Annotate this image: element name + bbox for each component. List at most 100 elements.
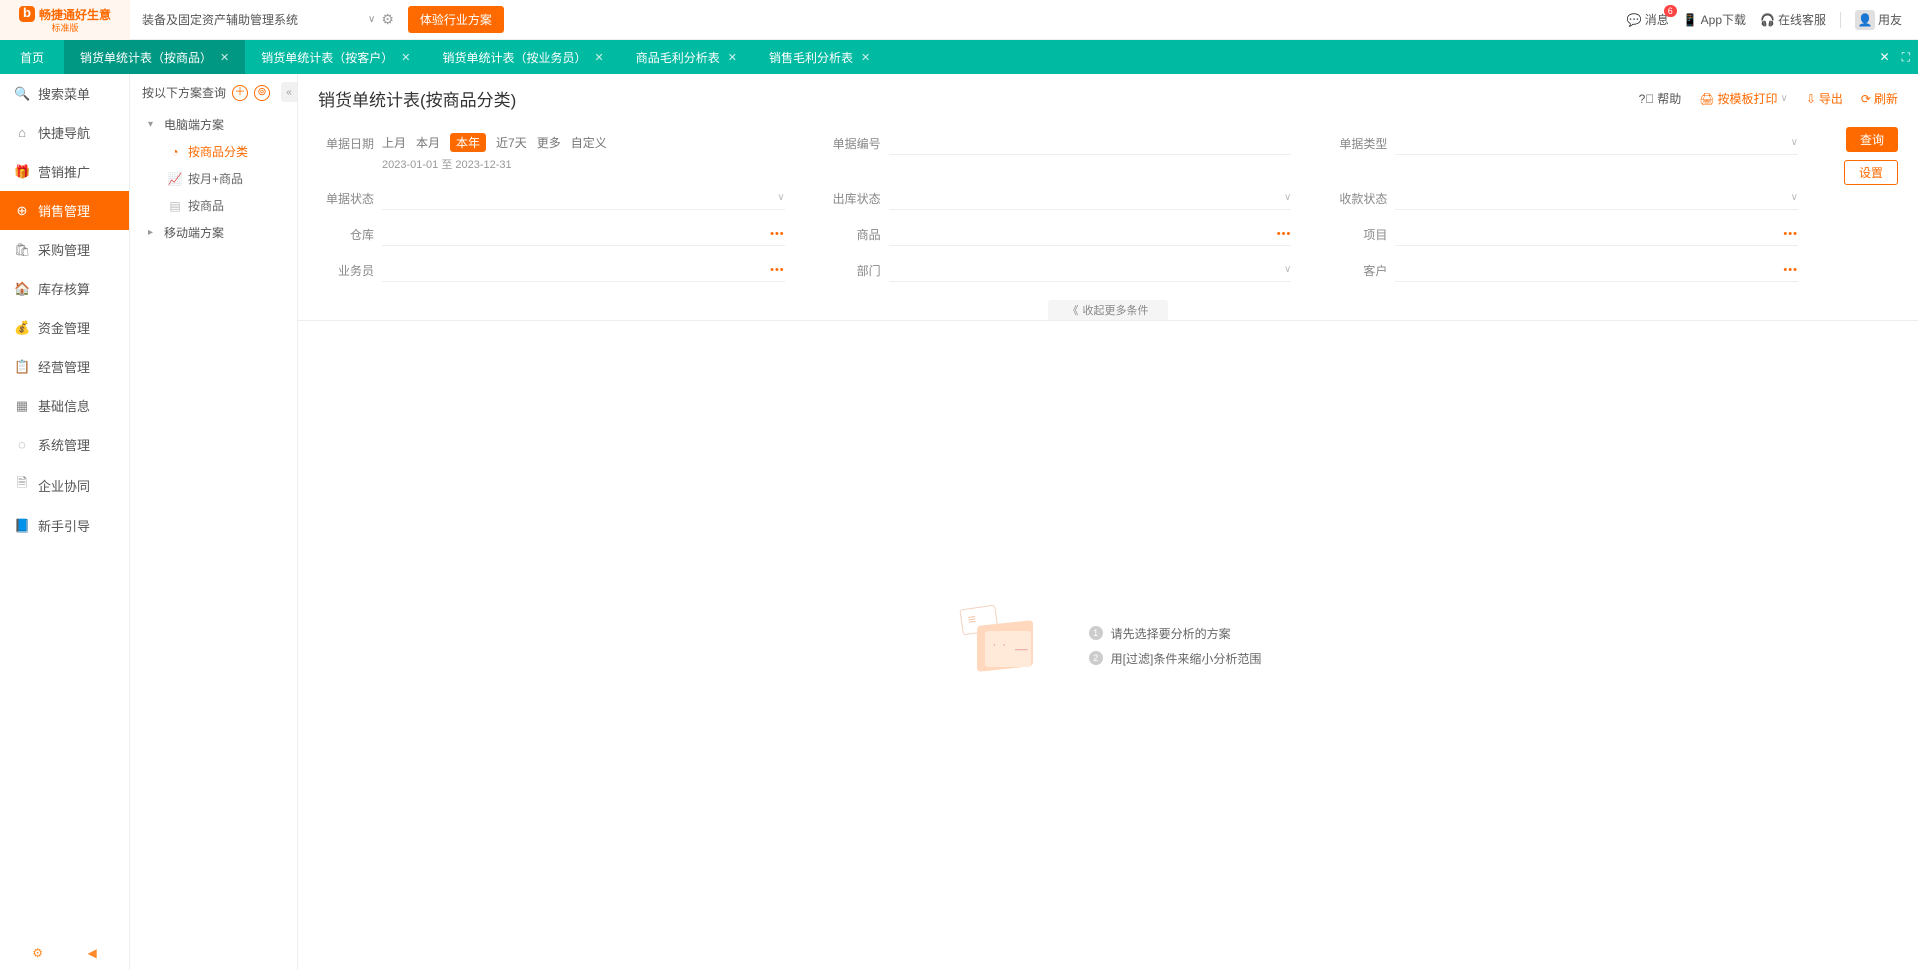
gear-icon[interactable]: ⚙ [381, 11, 394, 28]
empty-steps: 1请先选择要分析的方案 2用[过滤]条件来缩小分析范围 [1089, 621, 1262, 671]
fullscreen-icon[interactable]: ⛶ [1902, 50, 1910, 65]
doc-no-input[interactable] [889, 131, 1292, 155]
sidebar-marketing[interactable]: 🎁营销推广 [0, 152, 129, 191]
product-picker[interactable]: ••• [889, 222, 1292, 246]
sidebar-search-menu[interactable]: 🔍 搜索菜单 [0, 74, 129, 113]
group-label: 电脑端方案 [164, 116, 224, 133]
add-scheme-icon[interactable]: ＋ [232, 85, 248, 101]
filter-label: 仓库 [318, 222, 382, 243]
query-button[interactable]: 查询 [1846, 127, 1898, 152]
sidebar-label: 搜索菜单 [38, 84, 90, 103]
export-button[interactable]: ⇩导出 [1806, 90, 1843, 107]
sidebar-quick-nav[interactable]: ⌂快捷导航 [0, 113, 129, 152]
date-this-month[interactable]: 本月 [416, 134, 440, 151]
date-last-month[interactable]: 上月 [382, 134, 406, 151]
system-name: 装备及固定资产辅助管理系统 [142, 11, 298, 28]
tab-home[interactable]: 首页 [0, 40, 64, 74]
date-last-7d[interactable]: 近7天 [496, 134, 527, 151]
filter-label: 部门 [825, 258, 889, 279]
sidebar-purchase-mgmt[interactable]: 🛍采购管理 [0, 230, 129, 269]
headset-icon: 🎧 [1760, 13, 1775, 27]
doc-status-select[interactable]: ∨ [382, 186, 785, 210]
sidebar-sales-mgmt[interactable]: ⊕ 销售管理 [0, 191, 129, 230]
collapse-panel-icon[interactable]: « [281, 82, 297, 102]
scheme-label: 按商品分类 [188, 143, 248, 160]
sidebar-label: 库存核算 [38, 279, 90, 298]
app-download-label: App下载 [1701, 11, 1746, 28]
sidebar-operations[interactable]: 📋经营管理 [0, 347, 129, 386]
filter-label: 业务员 [318, 258, 382, 279]
online-service-button[interactable]: 🎧 在线客服 [1760, 11, 1826, 28]
out-status-select[interactable]: ∨ [889, 186, 1292, 210]
scheme-settings-icon[interactable]: ⊚ [254, 85, 270, 101]
sidebar-basic-info[interactable]: ▦基础信息 [0, 386, 129, 425]
close-icon[interactable]: ✕ [595, 51, 604, 64]
chevron-down-icon: ∨ [1791, 137, 1798, 148]
scheme-label: 按月+商品 [188, 170, 243, 187]
avatar-icon: 👤 [1855, 10, 1875, 30]
tab-sales-by-salesperson[interactable]: 销货单统计表（按业务员）✕ [426, 40, 619, 74]
sidebar-system-mgmt[interactable]: ◌系统管理 [0, 425, 129, 464]
date-custom[interactable]: 自定义 [571, 134, 607, 151]
date-more[interactable]: 更多 [537, 134, 561, 151]
sidebar-inventory[interactable]: 🏠库存核算 [0, 269, 129, 308]
export-icon: ⇩ [1806, 92, 1816, 106]
date-this-year[interactable]: 本年 [450, 133, 486, 152]
step-text: 用[过滤]条件来缩小分析范围 [1111, 650, 1262, 667]
scheme-by-month-product[interactable]: 📈 按月+商品 [142, 165, 291, 192]
scheme-group-mobile[interactable]: ▸ 移动端方案 [142, 219, 291, 246]
collapse-sidebar-icon[interactable]: ◀ [88, 946, 97, 960]
refresh-label: 刷新 [1874, 90, 1898, 107]
gift-icon: 🎁 [14, 164, 30, 180]
refresh-button[interactable]: ⟳刷新 [1861, 90, 1898, 107]
close-icon[interactable]: ✕ [401, 51, 410, 64]
page-actions: ?⃝帮助 🖨按模板打印∨ ⇩导出 ⟳刷新 [1639, 90, 1898, 107]
gear-icon[interactable]: ⚙ [32, 946, 43, 960]
step-text: 请先选择要分析的方案 [1111, 625, 1231, 642]
close-icon[interactable]: ✕ [861, 51, 870, 64]
tab-product-profit[interactable]: 商品毛利分析表✕ [620, 40, 753, 74]
filter-label: 客户 [1331, 258, 1395, 279]
filter-label: 单据状态 [318, 186, 382, 207]
pay-status-select[interactable]: ∨ [1395, 186, 1798, 210]
settings-button[interactable]: 设置 [1844, 160, 1898, 185]
close-all-icon[interactable]: ✕ [1880, 50, 1890, 64]
more-icon: ••• [770, 264, 785, 276]
project-picker[interactable]: ••• [1395, 222, 1798, 246]
scheme-group-desktop[interactable]: ▾ 电脑端方案 [142, 111, 291, 138]
filter-doc-status: 单据状态 ∨ [318, 180, 785, 216]
warehouse-picker[interactable]: ••• [382, 222, 785, 246]
trial-industry-button[interactable]: 体验行业方案 [408, 6, 504, 33]
print-button[interactable]: 🖨按模板打印∨ [1699, 90, 1788, 107]
caret-down-icon: ▾ [148, 119, 158, 130]
user-menu[interactable]: 👤 用友 [1855, 10, 1902, 30]
help-button[interactable]: ?⃝帮助 [1639, 90, 1682, 107]
tab-sales-profit[interactable]: 销售毛利分析表✕ [753, 40, 886, 74]
sidebar-guide[interactable]: 📘新手引导 [0, 506, 129, 545]
salesperson-picker[interactable]: ••• [382, 258, 785, 282]
sidebar-enterprise[interactable]: 🗎企业协同 [0, 464, 129, 506]
main-area: 销货单统计表(按商品分类) ?⃝帮助 🖨按模板打印∨ ⇩导出 ⟳刷新 单据日期 … [298, 74, 1918, 970]
system-selector[interactable]: 装备及固定资产辅助管理系统 ∨ [142, 11, 375, 28]
customer-picker[interactable]: ••• [1395, 258, 1798, 282]
brand-edition: 标准版 [51, 21, 78, 34]
app-download-button[interactable]: 📱 App下载 [1683, 11, 1746, 28]
doc-type-select[interactable]: ∨ [1395, 131, 1798, 155]
plus-circle-icon: ⊕ [14, 203, 30, 219]
page-header: 销货单统计表(按商品分类) ?⃝帮助 🖨按模板打印∨ ⇩导出 ⟳刷新 [298, 74, 1918, 121]
close-icon[interactable]: ✕ [728, 51, 737, 64]
date-options: 上月 本月 本年 近7天 更多 自定义 2023-01-01 至 2023-12… [382, 131, 785, 174]
tab-sales-by-customer[interactable]: 销货单统计表（按客户）✕ [245, 40, 426, 74]
sidebar-label: 销售管理 [38, 201, 90, 220]
filter-project: 项目 ••• [1331, 216, 1798, 252]
collapse-filters-button[interactable]: 《 收起更多条件 [1048, 300, 1168, 320]
brand-logo[interactable]: 畅捷通好生意 标准版 [0, 0, 130, 40]
scheme-by-product-category[interactable]: ◔ 按商品分类 [142, 138, 291, 165]
close-icon[interactable]: ✕ [220, 51, 229, 64]
search-icon: 🔍 [14, 86, 30, 102]
scheme-by-product[interactable]: ▤ 按商品 [142, 192, 291, 219]
tab-sales-by-product[interactable]: 销货单统计表（按商品）✕ [64, 40, 245, 74]
messages-button[interactable]: 💬 消息 6 [1627, 11, 1669, 28]
sidebar-funds[interactable]: 💰资金管理 [0, 308, 129, 347]
department-select[interactable]: ∨ [889, 258, 1292, 282]
